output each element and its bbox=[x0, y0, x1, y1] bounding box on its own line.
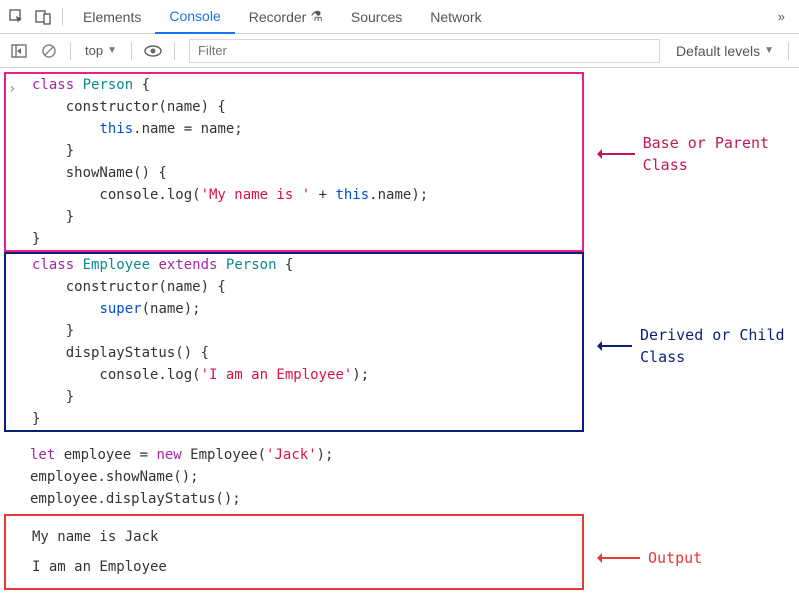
clear-console-icon[interactable] bbox=[36, 38, 62, 64]
derived-class-box: class Employee extends Person { construc… bbox=[4, 252, 584, 432]
context-selector[interactable]: top ▼ bbox=[79, 43, 123, 58]
tab-console[interactable]: Console bbox=[155, 0, 234, 34]
separator bbox=[788, 42, 789, 60]
arrow-left-icon bbox=[600, 153, 635, 155]
log-levels-label: Default levels bbox=[676, 43, 760, 59]
inspect-icon[interactable] bbox=[4, 4, 30, 30]
annotation-base-label: Base or Parent Class bbox=[643, 132, 799, 176]
chevron-down-icon: ▼ bbox=[107, 45, 117, 56]
chevron-down-icon: ▼ bbox=[764, 45, 774, 56]
code-base-class: class Person { constructor(name) { this.… bbox=[6, 74, 582, 250]
arrow-left-icon bbox=[600, 345, 632, 347]
annotation-derived: Derived or Child Class bbox=[600, 324, 799, 368]
annotation-base: Base or Parent Class bbox=[600, 132, 799, 176]
annotation-output: Output bbox=[600, 547, 702, 569]
output-line-2: I am an Employee bbox=[10, 552, 582, 582]
output-line-1: My name is Jack bbox=[10, 522, 582, 552]
tab-elements[interactable]: Elements bbox=[69, 0, 155, 34]
more-tabs-icon[interactable]: » bbox=[768, 9, 795, 24]
flask-icon: ⚗ bbox=[310, 8, 323, 25]
tab-recorder[interactable]: Recorder⚗ bbox=[235, 0, 337, 34]
prompt-icon: › bbox=[8, 78, 16, 100]
output-box: My name is Jack I am an Employee bbox=[4, 514, 584, 590]
annotation-derived-label: Derived or Child Class bbox=[640, 324, 799, 368]
arrow-left-icon bbox=[600, 557, 640, 559]
tab-sources[interactable]: Sources bbox=[337, 0, 416, 34]
tab-network[interactable]: Network bbox=[416, 0, 495, 34]
code-derived-class: class Employee extends Person { construc… bbox=[6, 254, 582, 430]
separator bbox=[131, 42, 132, 60]
device-icon[interactable] bbox=[30, 4, 56, 30]
base-class-box: class Person { constructor(name) { this.… bbox=[4, 72, 584, 252]
separator bbox=[174, 42, 175, 60]
annotation-output-label: Output bbox=[648, 547, 702, 569]
log-levels-selector[interactable]: Default levels ▼ bbox=[670, 43, 780, 59]
live-expression-icon[interactable] bbox=[140, 38, 166, 64]
separator bbox=[62, 8, 63, 26]
filter-input[interactable] bbox=[189, 39, 660, 63]
tab-recorder-label: Recorder bbox=[249, 9, 307, 25]
devtools-tabbar: Elements Console Recorder⚗ Sources Netwo… bbox=[0, 0, 799, 34]
separator bbox=[70, 42, 71, 60]
console-toolbar: top ▼ Default levels ▼ bbox=[0, 34, 799, 68]
context-label: top bbox=[85, 43, 103, 58]
code-usage: let employee = new Employee('Jack'); emp… bbox=[4, 432, 799, 510]
console-output: › class Person { constructor(name) { thi… bbox=[0, 72, 799, 590]
sidebar-toggle-icon[interactable] bbox=[6, 38, 32, 64]
